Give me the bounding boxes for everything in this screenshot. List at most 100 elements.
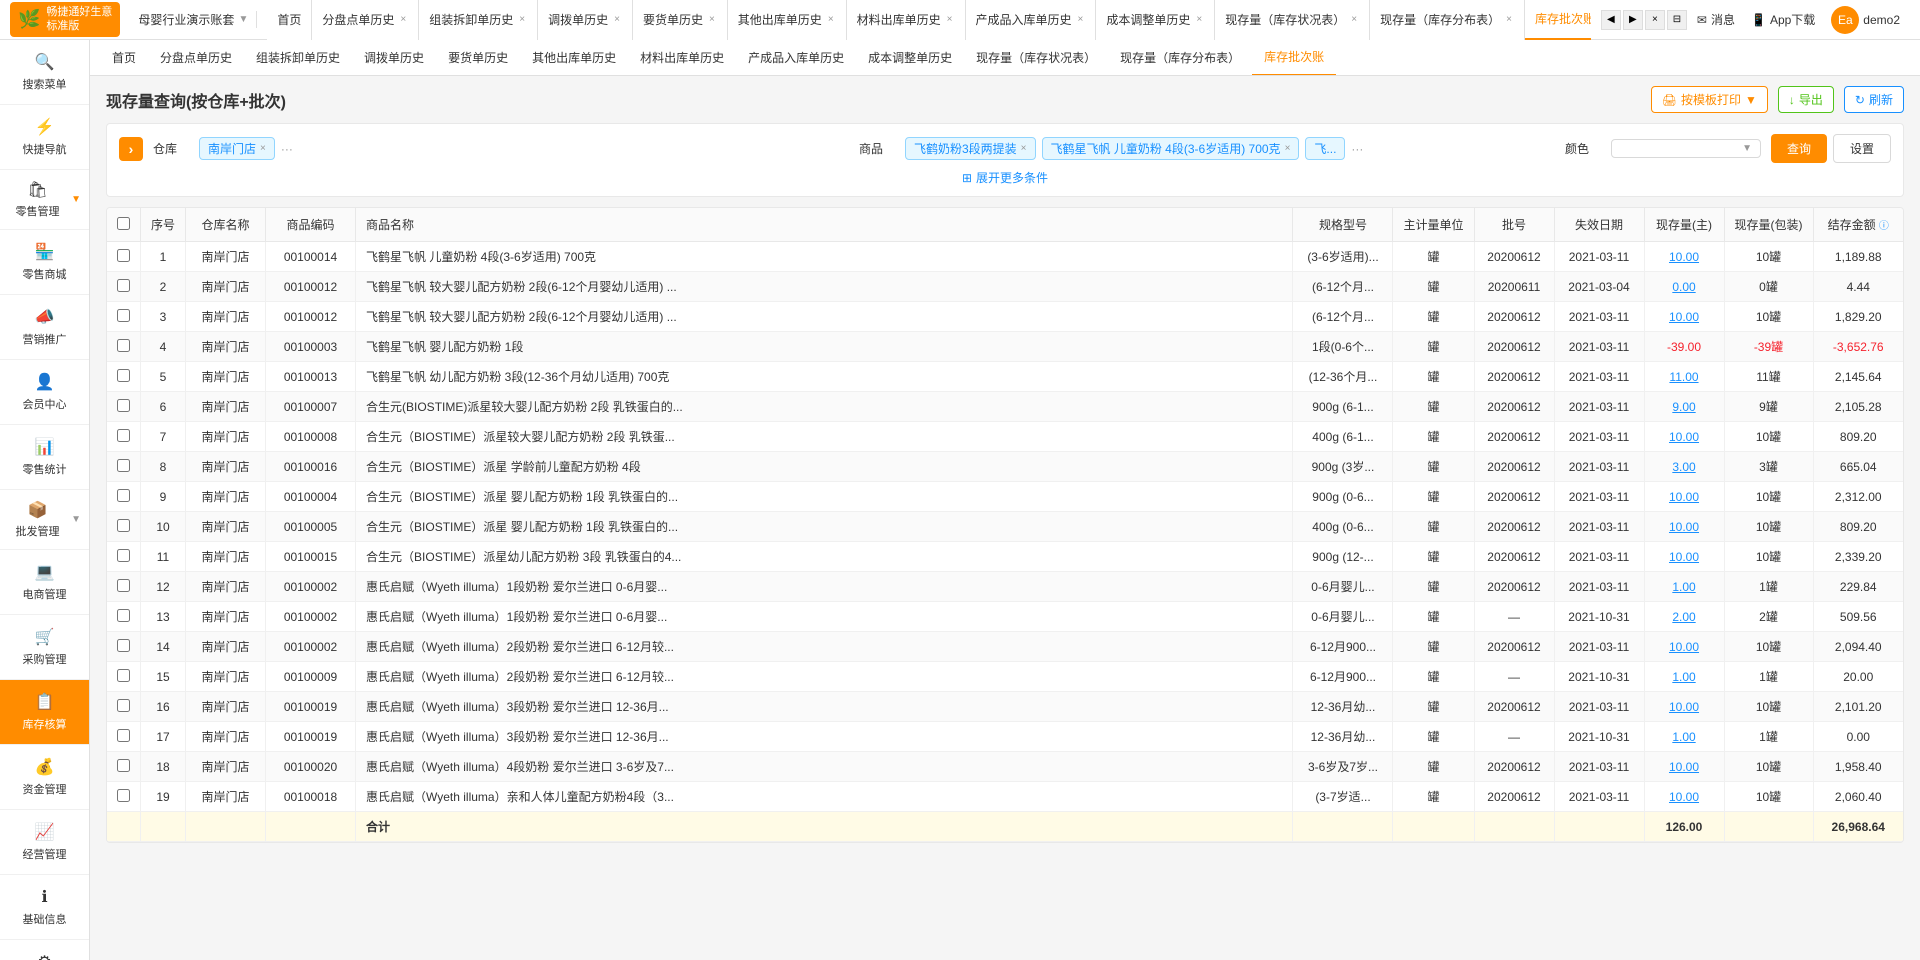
sub-nav-cost-adj[interactable]: 成本调整单历史 (856, 40, 964, 76)
row-stock-main[interactable]: 1.00 (1644, 662, 1724, 692)
query-btn[interactable]: 查询 (1771, 134, 1827, 163)
sub-nav-home[interactable]: 首页 (100, 40, 148, 76)
sidebar-item-operation[interactable]: 📈 经营管理 (0, 810, 89, 875)
sidebar-item-wholesale[interactable]: 📦 批发管理 ▼ (0, 490, 89, 550)
filter-expand-btn[interactable]: ⊞ 展开更多条件 (119, 169, 1891, 186)
sub-nav-product-in[interactable]: 产成品入库单历史 (736, 40, 856, 76)
tab-split-history[interactable]: 分盘点单历史 × (312, 0, 419, 40)
tab-home[interactable]: 首页 (267, 0, 312, 40)
sub-nav-purchase[interactable]: 要货单历史 (436, 40, 520, 76)
row-checkbox[interactable] (117, 429, 130, 442)
suite-dropdown-arrow[interactable]: ▼ (238, 14, 248, 25)
sub-nav-stock-status[interactable]: 现存量（库存状况表） (964, 40, 1108, 76)
sidebar-item-inventory-check[interactable]: 📋 库存核算 (0, 680, 89, 745)
print-btn[interactable]: 🖨 按模板打印 ▼ (1651, 86, 1768, 113)
tab-picking-close[interactable]: × (612, 13, 622, 26)
tab-purchase[interactable]: 要货单历史 × (633, 0, 728, 40)
message-btn[interactable]: ✉ 消息 (1697, 11, 1735, 28)
row-checkbox[interactable] (117, 669, 130, 682)
app-download-btn[interactable]: 📱 App下载 (1751, 11, 1815, 28)
row-checkbox[interactable] (117, 309, 130, 322)
product-tag-1[interactable]: 飞鹤奶粉3段两提装 × (905, 137, 1036, 160)
row-stock-main[interactable]: 1.00 (1644, 722, 1724, 752)
row-stock-main[interactable]: 1.00 (1644, 572, 1724, 602)
product-tag-2-remove[interactable]: × (1285, 143, 1291, 154)
tab-cost-adj-close[interactable]: × (1194, 13, 1204, 26)
row-stock-main[interactable]: 0.00 (1644, 272, 1724, 302)
tab-stock-dist-close[interactable]: × (1504, 13, 1514, 26)
sidebar-item-marketing[interactable]: 📣 营销推广 (0, 295, 89, 360)
row-stock-main[interactable]: 3.00 (1644, 452, 1724, 482)
row-checkbox[interactable] (117, 279, 130, 292)
sidebar-item-system-mgmt[interactable]: ⚙ 系统管理 (0, 940, 89, 960)
product-tag-more[interactable]: 飞... (1305, 137, 1345, 160)
tab-next-btn[interactable]: ▶ (1623, 10, 1643, 30)
suite-dropdown-label[interactable]: 母婴行业演示账套 (138, 11, 234, 28)
warehouse-filter-more[interactable]: ··· (281, 142, 293, 156)
tab-material-out-close[interactable]: × (945, 13, 955, 26)
tab-disassembly[interactable]: 组装拆卸单历史 × (419, 0, 538, 40)
tab-picking[interactable]: 调拨单历史 × (538, 0, 633, 40)
row-checkbox[interactable] (117, 519, 130, 532)
tab-purchase-close[interactable]: × (707, 13, 717, 26)
row-stock-main[interactable]: 10.00 (1644, 542, 1724, 572)
tab-product-in[interactable]: 产成品入库单历史 × (966, 0, 1097, 40)
tab-other-out-close[interactable]: × (826, 13, 836, 26)
sub-nav-split[interactable]: 分盘点单历史 (148, 40, 244, 76)
sub-nav-material-out[interactable]: 材料出库单历史 (628, 40, 736, 76)
row-stock-main[interactable]: 10.00 (1644, 302, 1724, 332)
row-checkbox[interactable] (117, 369, 130, 382)
sub-nav-other-out[interactable]: 其他出库单历史 (520, 40, 628, 76)
row-stock-main[interactable]: 10.00 (1644, 422, 1724, 452)
row-checkbox[interactable] (117, 579, 130, 592)
row-checkbox[interactable] (117, 639, 130, 652)
refresh-btn[interactable]: ↻ 刷新 (1844, 86, 1904, 113)
tab-disassembly-close[interactable]: × (517, 13, 527, 26)
color-filter-input[interactable]: ▼ (1611, 139, 1761, 158)
color-filter-arrow[interactable]: ▼ (1742, 143, 1752, 154)
sub-nav-stock-dist[interactable]: 现存量（库存分布表） (1108, 40, 1252, 76)
sub-nav-disassembly[interactable]: 组装拆卸单历史 (244, 40, 352, 76)
tab-stock-status-close[interactable]: × (1349, 13, 1359, 26)
row-stock-main[interactable]: 10.00 (1644, 482, 1724, 512)
tab-stock-status[interactable]: 现存量（库存状况表） × (1215, 0, 1370, 40)
settings-btn[interactable]: 设置 (1833, 134, 1891, 163)
sub-nav-batch-account[interactable]: 库存批次账 (1252, 40, 1336, 76)
tab-prev-btn[interactable]: ◀ (1601, 10, 1621, 30)
sidebar-item-purchase[interactable]: 🛒 采购管理 (0, 615, 89, 680)
sidebar-item-ecommerce[interactable]: 💻 电商管理 (0, 550, 89, 615)
warehouse-tag[interactable]: 南岸门店 × (199, 137, 275, 160)
select-all-checkbox[interactable] (117, 217, 130, 230)
row-checkbox[interactable] (117, 789, 130, 802)
row-stock-main[interactable]: 10.00 (1644, 242, 1724, 272)
sidebar-item-basic-info[interactable]: ℹ 基础信息 (0, 875, 89, 940)
tab-product-in-close[interactable]: × (1076, 13, 1086, 26)
print-dropdown-arrow[interactable]: ▼ (1745, 93, 1757, 107)
row-checkbox[interactable] (117, 489, 130, 502)
product-tag-1-remove[interactable]: × (1021, 143, 1027, 154)
sub-nav-picking[interactable]: 调拨单历史 (352, 40, 436, 76)
tab-other-out[interactable]: 其他出库单历史 × (728, 0, 847, 40)
export-btn[interactable]: ↓ 导出 (1778, 86, 1834, 113)
row-stock-main[interactable]: 2.00 (1644, 602, 1724, 632)
row-checkbox[interactable] (117, 339, 130, 352)
row-checkbox[interactable] (117, 459, 130, 472)
sidebar-item-retail-mgmt[interactable]: 🛍 零售管理 ▼ (0, 170, 89, 230)
row-checkbox[interactable] (117, 609, 130, 622)
row-stock-main[interactable]: 10.00 (1644, 692, 1724, 722)
filter-expand-orange-btn[interactable]: › (119, 137, 143, 161)
tab-material-out[interactable]: 材料出库单历史 × (847, 0, 966, 40)
tab-stock-dist[interactable]: 现存量（库存分布表） × (1370, 0, 1525, 40)
sidebar-item-retail-stats[interactable]: 📊 零售统计 (0, 425, 89, 490)
warehouse-tag-remove[interactable]: × (260, 143, 266, 154)
row-checkbox[interactable] (117, 699, 130, 712)
row-stock-main[interactable]: 9.00 (1644, 392, 1724, 422)
tab-batch-account[interactable]: 库存批次账 × (1525, 0, 1591, 40)
row-stock-main[interactable]: 10.00 (1644, 782, 1724, 812)
sidebar-item-quick-nav[interactable]: ⚡ 快捷导航 (0, 105, 89, 170)
product-filter-more[interactable]: ··· (1351, 142, 1363, 156)
row-stock-main[interactable]: 10.00 (1644, 632, 1724, 662)
row-checkbox[interactable] (117, 759, 130, 772)
tab-split-close[interactable]: × (398, 13, 408, 26)
row-stock-main[interactable]: 11.00 (1644, 362, 1724, 392)
